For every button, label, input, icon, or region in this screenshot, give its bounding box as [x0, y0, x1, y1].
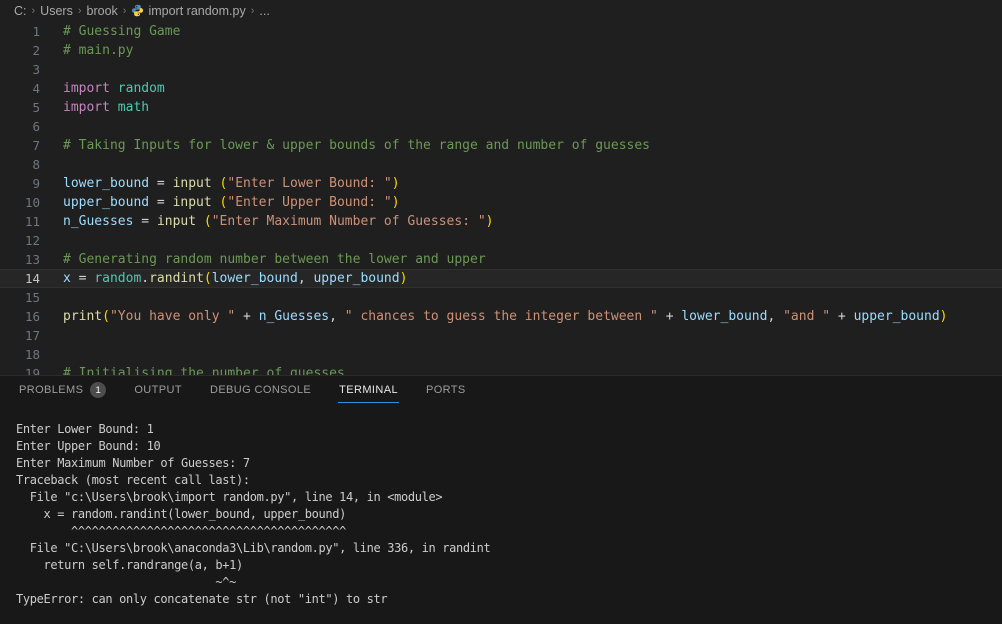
code-text: import random [63, 79, 165, 98]
tab-output-label: OUTPUT [134, 384, 182, 396]
code-editor[interactable]: 1 # Guessing Game 2 # main.py 34 import rando… [0, 22, 1002, 375]
code-line[interactable]: 17 [0, 326, 1002, 345]
code-line[interactable]: 2 # main.py [0, 41, 1002, 60]
terminal-line: Traceback (most recent call last): [16, 472, 1002, 489]
code-text: # Taking Inputs for lower & upper bounds… [63, 136, 650, 155]
breadcrumb-item-drive[interactable]: C: [14, 4, 27, 18]
tab-problems[interactable]: PROBLEMS 1 [18, 377, 107, 405]
tab-terminal-label: TERMINAL [339, 384, 398, 396]
vscode-window: C: › Users › brook › import random.py › … [0, 0, 1002, 624]
code-text: x = random.randint(lower_bound, upper_bo… [63, 269, 407, 288]
terminal-lines-container: Enter Lower Bound: 1Enter Upper Bound: 1… [16, 421, 1002, 608]
chevron-right-icon: › [78, 5, 82, 17]
line-number: 6 [0, 117, 40, 136]
line-number: 5 [0, 98, 40, 117]
code-line[interactable]: 16 print("You have only " + n_Guesses, " … [0, 307, 1002, 326]
code-text: # Guessing Game [63, 22, 180, 41]
code-line[interactable]: 19 # Initialising the number of guesses [0, 364, 1002, 375]
line-number: 9 [0, 174, 40, 193]
tab-output[interactable]: OUTPUT [133, 379, 183, 403]
line-number: 18 [0, 345, 40, 364]
code-line[interactable]: 14 x = random.randint(lower_bound, upper_… [0, 269, 1002, 288]
line-number: 11 [0, 212, 40, 231]
terminal-line: return self.randrange(a, b+1) [16, 557, 1002, 574]
code-text: import math [63, 98, 149, 117]
terminal-line: File "C:\Users\brook\anaconda3\Lib\rando… [16, 540, 1002, 557]
code-line[interactable]: 4 import random [0, 79, 1002, 98]
breadcrumb-item-file[interactable]: import random.py [131, 4, 245, 18]
chevron-right-icon: › [123, 5, 127, 17]
line-number: 19 [0, 364, 40, 375]
code-line[interactable]: 15 [0, 288, 1002, 307]
code-line[interactable]: 6 [0, 117, 1002, 136]
code-line[interactable]: 11 n_Guesses = input ("Enter Maximum Numb… [0, 212, 1002, 231]
tab-ports-label: PORTS [426, 384, 466, 396]
terminal-line: ^^^^^^^^^^^^^^^^^^^^^^^^^^^^^^^^^^^^^^^^ [16, 523, 1002, 540]
tab-ports[interactable]: PORTS [425, 379, 467, 403]
line-number: 16 [0, 307, 40, 326]
tab-debug-console[interactable]: DEBUG CONSOLE [209, 379, 312, 403]
line-number: 1 [0, 22, 40, 41]
line-number: 12 [0, 231, 40, 250]
python-icon [131, 4, 144, 17]
tab-problems-label: PROBLEMS [19, 384, 83, 396]
line-number: 17 [0, 326, 40, 345]
terminal-line: Enter Upper Bound: 10 [16, 438, 1002, 455]
breadcrumb: C: › Users › brook › import random.py › … [0, 0, 1002, 22]
code-line[interactable]: 7 # Taking Inputs for lower & upper bound… [0, 136, 1002, 155]
terminal-prompt-line[interactable]: PS C:\Users\brook> [16, 608, 1002, 624]
code-text: print("You have only " + n_Guesses, " ch… [63, 307, 947, 326]
code-lines-container: 1 # Guessing Game 2 # main.py 34 import rando… [0, 22, 1002, 375]
code-text: # Initialising the number of guesses [63, 364, 345, 375]
terminal-line: Enter Maximum Number of Guesses: 7 [16, 455, 1002, 472]
code-line[interactable]: 18 [0, 345, 1002, 364]
code-text: upper_bound = input ("Enter Upper Bound:… [63, 193, 400, 212]
line-number: 14 [0, 269, 40, 288]
tab-debug-console-label: DEBUG CONSOLE [210, 384, 311, 396]
line-number: 7 [0, 136, 40, 155]
line-number: 2 [0, 41, 40, 60]
code-line[interactable]: 10 upper_bound = input ("Enter Upper Boun… [0, 193, 1002, 212]
breadcrumb-file-label: import random.py [148, 4, 245, 18]
line-number: 8 [0, 155, 40, 174]
terminal-line: TypeError: can only concatenate str (not… [16, 591, 1002, 608]
terminal-line: Enter Lower Bound: 1 [16, 421, 1002, 438]
code-line[interactable]: 9 lower_bound = input ("Enter Lower Bound… [0, 174, 1002, 193]
code-text: n_Guesses = input ("Enter Maximum Number… [63, 212, 494, 231]
code-text: # Generating random number between the l… [63, 250, 486, 269]
chevron-right-icon: › [32, 5, 36, 17]
code-line[interactable]: 13 # Generating random number between the… [0, 250, 1002, 269]
tab-terminal[interactable]: TERMINAL [338, 379, 399, 403]
code-line[interactable]: 8 [0, 155, 1002, 174]
panel-tab-bar: PROBLEMS 1 OUTPUT DEBUG CONSOLE TERMINAL… [0, 376, 1002, 406]
breadcrumb-item-users[interactable]: Users [40, 4, 73, 18]
breadcrumb-item-symbol-picker[interactable]: ... [259, 4, 269, 18]
bottom-panel: PROBLEMS 1 OUTPUT DEBUG CONSOLE TERMINAL… [0, 375, 1002, 624]
code-line[interactable]: 5 import math [0, 98, 1002, 117]
code-text: lower_bound = input ("Enter Lower Bound:… [63, 174, 400, 193]
terminal-line: x = random.randint(lower_bound, upper_bo… [16, 506, 1002, 523]
breadcrumb-item-brook[interactable]: brook [87, 4, 118, 18]
line-number: 13 [0, 250, 40, 269]
line-number: 10 [0, 193, 40, 212]
line-number: 3 [0, 60, 40, 79]
line-number: 4 [0, 79, 40, 98]
line-number: 15 [0, 288, 40, 307]
code-text: # main.py [63, 41, 133, 60]
problems-count-badge: 1 [90, 382, 106, 398]
terminal-line: File "c:\Users\brook\import random.py", … [16, 489, 1002, 506]
chevron-right-icon: › [251, 5, 255, 17]
code-line[interactable]: 3 [0, 60, 1002, 79]
code-line[interactable]: 1 # Guessing Game [0, 22, 1002, 41]
code-line[interactable]: 12 [0, 231, 1002, 250]
terminal-line: ~^~ [16, 574, 1002, 591]
terminal-output[interactable]: Enter Lower Bound: 1Enter Upper Bound: 1… [0, 406, 1002, 624]
